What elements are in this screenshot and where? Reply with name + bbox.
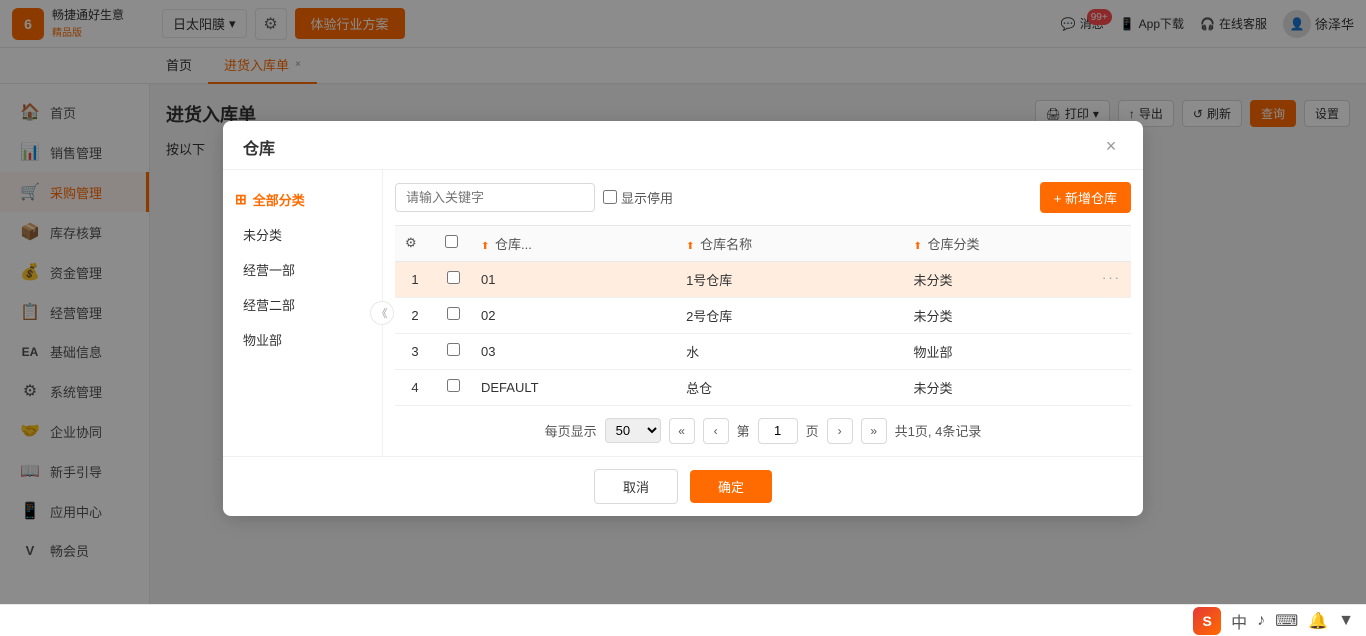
arrow-icon[interactable]: ▼ (1338, 612, 1354, 630)
row-name-3: 水 (676, 333, 903, 369)
row-more-btn[interactable]: ··· (1102, 270, 1121, 285)
all-category-btn[interactable]: ⊞ 全部分类 (223, 182, 382, 217)
sort-category-icon: ⬆ (914, 241, 922, 252)
table-row[interactable]: 1 01 1号仓库 未分类 ··· (395, 261, 1131, 297)
category-panel: ⊞ 全部分类 《 未分类 经营一部 经营二部 物业部 (223, 170, 383, 456)
prev-page-btn[interactable]: ‹ (703, 418, 729, 444)
search-input[interactable] (396, 185, 592, 210)
row-no-3: 3 (395, 333, 435, 369)
row-code-3: 03 (471, 333, 676, 369)
category-item-ops2[interactable]: 经营二部 (223, 287, 382, 322)
row-code-2: 02 (471, 297, 676, 333)
row-no-2: 2 (395, 297, 435, 333)
modal-overlay: 仓库 × ⊞ 全部分类 《 未分类 经营一部 经营二部 (0, 0, 1366, 636)
pagination-row: 每页显示 50 20 100 « ‹ 第 页 (395, 418, 1131, 444)
s-logo: S (1193, 607, 1221, 635)
table-row[interactable]: 2 02 2号仓库 未分类 (395, 297, 1131, 333)
show-disabled-label[interactable]: 显示停用 (603, 188, 673, 207)
table-toolbar: 🔍 显示停用 + 新增仓库 (395, 182, 1131, 213)
collapse-panel-btn[interactable]: 《 (370, 301, 394, 325)
row-category-2: 未分类 (904, 297, 1131, 333)
row-no-1: 1 (395, 261, 435, 297)
search-button[interactable]: 🔍 (592, 184, 595, 211)
bell-icon[interactable]: 🔔 (1308, 611, 1328, 631)
sort-code-icon: ⬆ (481, 241, 489, 252)
modal-footer: 取消 确定 (223, 456, 1143, 516)
modal-close-button[interactable]: × (1099, 135, 1123, 159)
row-name-4: 总仓 (676, 369, 903, 405)
table-panel: 🔍 显示停用 + 新增仓库 ⚙ (383, 170, 1143, 456)
all-category-label: 全部分类 (253, 190, 305, 209)
page-label: 第 (737, 421, 750, 440)
table-row[interactable]: 3 03 水 物业部 (395, 333, 1131, 369)
category-item-property[interactable]: 物业部 (223, 322, 382, 357)
search-box: 🔍 (395, 183, 595, 212)
per-page-select[interactable]: 50 20 100 (605, 418, 661, 443)
col-check (435, 225, 471, 261)
table-row[interactable]: 4 DEFAULT 总仓 未分类 (395, 369, 1131, 405)
sort-name-icon: ⬆ (686, 241, 694, 252)
page-suffix: 页 (806, 421, 819, 440)
col-name-header[interactable]: ⬆ 仓库名称 (676, 225, 903, 261)
keyboard-icon[interactable]: ⌨ (1275, 611, 1298, 631)
status-bar: S 中 ♪ ⌨ 🔔 ▼ (0, 604, 1366, 636)
last-page-btn[interactable]: » (861, 418, 887, 444)
table-header-row: ⚙ ⬆ 仓库... ⬆ 仓库名称 (395, 225, 1131, 261)
row-check-2[interactable] (435, 297, 471, 333)
add-warehouse-button[interactable]: + 新增仓库 (1040, 182, 1131, 213)
select-all-checkbox[interactable] (445, 235, 458, 248)
warehouse-modal: 仓库 × ⊞ 全部分类 《 未分类 经营一部 经营二部 (223, 121, 1143, 516)
modal-title: 仓库 (243, 135, 275, 159)
grid-icon: ⊞ (235, 191, 247, 208)
category-item-ops1[interactable]: 经营一部 (223, 252, 382, 287)
cancel-button[interactable]: 取消 (594, 469, 678, 504)
row-category-1: 未分类 ··· (904, 261, 1131, 297)
row-category-4: 未分类 (904, 369, 1131, 405)
page-input[interactable] (758, 418, 798, 444)
row-check-3[interactable] (435, 333, 471, 369)
category-item-unclassified[interactable]: 未分类 (223, 217, 382, 252)
warehouse-table: ⚙ ⬆ 仓库... ⬆ 仓库名称 (395, 225, 1131, 406)
row-check-1[interactable] (435, 261, 471, 297)
row-category-3: 物业部 (904, 333, 1131, 369)
first-page-btn[interactable]: « (669, 418, 695, 444)
confirm-button[interactable]: 确定 (690, 470, 772, 503)
col-gear: ⚙ (395, 225, 435, 261)
show-disabled-checkbox[interactable] (603, 190, 617, 204)
row-code-1: 01 (471, 261, 676, 297)
col-category-header[interactable]: ⬆ 仓库分类 (904, 225, 1131, 261)
per-page-label: 每页显示 (545, 421, 597, 440)
total-info: 共1页, 4条记录 (895, 421, 982, 440)
zh-icon[interactable]: 中 (1231, 609, 1247, 633)
row-check-4[interactable] (435, 369, 471, 405)
row-no-4: 4 (395, 369, 435, 405)
row-name-2: 2号仓库 (676, 297, 903, 333)
row-code-4: DEFAULT (471, 369, 676, 405)
next-page-btn[interactable]: › (827, 418, 853, 444)
sound-icon[interactable]: ♪ (1257, 612, 1265, 630)
row-name-1: 1号仓库 (676, 261, 903, 297)
modal-body: ⊞ 全部分类 《 未分类 经营一部 经营二部 物业部 (223, 170, 1143, 456)
modal-header: 仓库 × (223, 121, 1143, 170)
col-code-header[interactable]: ⬆ 仓库... (471, 225, 676, 261)
